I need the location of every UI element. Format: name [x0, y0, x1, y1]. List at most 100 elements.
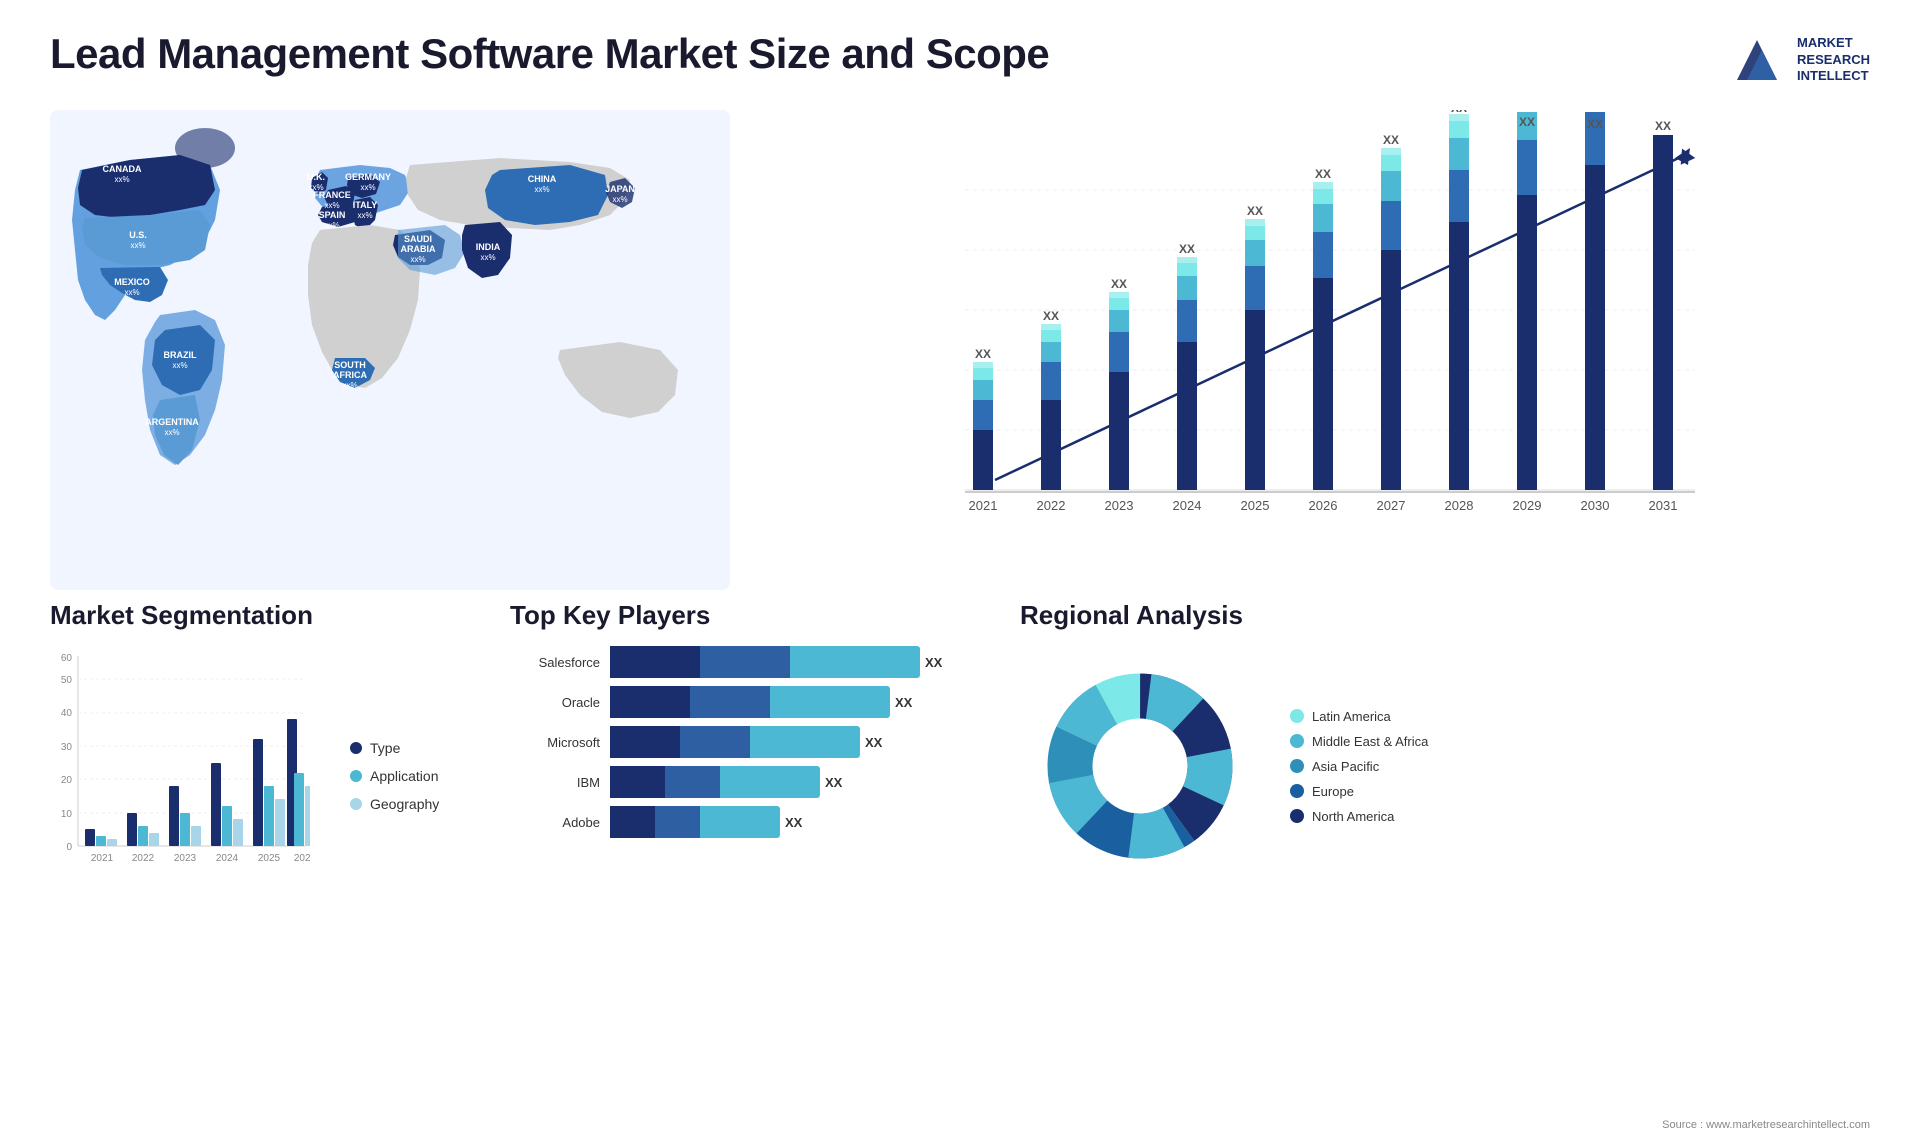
page-title: Lead Management Software Market Size and…	[50, 30, 1049, 78]
country-label-mexico: MEXICO	[114, 277, 150, 287]
legend-mea: Middle East & Africa	[1290, 734, 1428, 749]
segmentation: Market Segmentation 0 10 20 30 40 50 60	[50, 600, 480, 886]
svg-text:60: 60	[61, 653, 73, 664]
player-name-ibm: IBM	[510, 775, 600, 790]
header: Lead Management Software Market Size and…	[0, 0, 1920, 100]
top-players: Top Key Players Salesforce XX Oracle	[480, 600, 980, 886]
svg-text:2023: 2023	[174, 853, 197, 864]
svg-text:2025: 2025	[1241, 498, 1270, 513]
latin-label: Latin America	[1312, 709, 1391, 724]
player-name-adobe: Adobe	[510, 815, 600, 830]
ibm-value: XX	[825, 775, 842, 790]
svg-text:XX: XX	[1247, 204, 1263, 218]
svg-text:XX: XX	[1043, 309, 1059, 323]
logo: MARKET RESEARCH INTELLECT	[1727, 30, 1870, 90]
country-label-saudi: SAUDI	[404, 234, 432, 244]
svg-text:xx%: xx%	[357, 211, 372, 220]
svg-text:xx%: xx%	[342, 381, 357, 390]
microsoft-value: XX	[865, 735, 882, 750]
legend-europe: Europe	[1290, 784, 1428, 799]
regional-legend: Latin America Middle East & Africa Asia …	[1290, 709, 1428, 824]
salesforce-bar-container: XX	[610, 646, 980, 678]
svg-text:2026: 2026	[294, 853, 310, 864]
segmentation-title: Market Segmentation	[50, 600, 480, 631]
svg-text:xx%: xx%	[410, 255, 425, 264]
svg-text:XX: XX	[1451, 110, 1467, 115]
microsoft-bar-container: XX	[610, 726, 980, 758]
legend-type: Type	[350, 740, 439, 756]
player-microsoft: Microsoft XX	[510, 726, 980, 758]
svg-text:xx%: xx%	[130, 241, 145, 250]
country-label-germany: GERMANY	[345, 172, 391, 182]
legend-application: Application	[350, 768, 439, 784]
latin-dot	[1290, 709, 1304, 723]
svg-text:XX: XX	[1383, 133, 1399, 147]
europe-dot	[1290, 784, 1304, 798]
ibm-bar-container: XX	[610, 766, 980, 798]
country-label-brazil: BRAZIL	[164, 350, 197, 360]
type-label: Type	[370, 740, 400, 756]
svg-text:2030: 2030	[1581, 498, 1610, 513]
legend-apac: Asia Pacific	[1290, 759, 1428, 774]
svg-text:xx%: xx%	[114, 175, 129, 184]
player-adobe: Adobe XX	[510, 806, 980, 838]
svg-text:2021: 2021	[969, 498, 998, 513]
svg-text:30: 30	[61, 742, 73, 753]
svg-text:xx%: xx%	[480, 253, 495, 262]
svg-text:2025: 2025	[258, 853, 281, 864]
svg-text:2029: 2029	[1513, 498, 1542, 513]
world-map: CANADA xx% U.S. xx% MEXICO xx% BRAZIL xx…	[50, 110, 730, 580]
svg-text:xx%: xx%	[534, 185, 549, 194]
adobe-bar-container: XX	[610, 806, 980, 838]
svg-text:XX: XX	[975, 347, 991, 361]
svg-text:AFRICA: AFRICA	[333, 370, 367, 380]
country-label-china: CHINA	[528, 174, 557, 184]
svg-text:xx%: xx%	[360, 183, 375, 192]
bottom-section: Market Segmentation 0 10 20 30 40 50 60	[0, 580, 1920, 896]
europe-label: Europe	[1312, 784, 1354, 799]
svg-text:xx%: xx%	[124, 288, 139, 297]
svg-text:2026: 2026	[1309, 498, 1338, 513]
player-oracle: Oracle XX	[510, 686, 980, 718]
bar-chart: XX XX XX XX	[760, 110, 1870, 580]
legend-north-america: North America	[1290, 809, 1428, 824]
main-content: CANADA xx% U.S. xx% MEXICO xx% BRAZIL xx…	[0, 100, 1920, 580]
oracle-value: XX	[895, 695, 912, 710]
country-label-japan: JAPAN	[605, 184, 635, 194]
mea-dot	[1290, 734, 1304, 748]
svg-text:2024: 2024	[216, 853, 239, 864]
svg-text:XX: XX	[1655, 119, 1671, 133]
svg-text:2031: 2031	[1649, 498, 1678, 513]
svg-text:0: 0	[66, 842, 72, 853]
country-label-spain: SPAIN	[319, 210, 346, 220]
country-label-italy: ITALY	[353, 200, 378, 210]
svg-text:2021: 2021	[91, 853, 114, 864]
na-label: North America	[1312, 809, 1394, 824]
player-ibm: IBM XX	[510, 766, 980, 798]
country-label-argentina: ARGENTINA	[145, 417, 199, 427]
world-map-svg: CANADA xx% U.S. xx% MEXICO xx% BRAZIL xx…	[50, 110, 730, 590]
apac-label: Asia Pacific	[1312, 759, 1379, 774]
source-text: Source : www.marketresearchintellect.com	[1662, 1119, 1870, 1131]
svg-text:40: 40	[61, 708, 73, 719]
donut-chart	[1020, 646, 1260, 886]
player-name-microsoft: Microsoft	[510, 735, 600, 750]
country-label-southafrica: SOUTH	[334, 360, 366, 370]
player-name-salesforce: Salesforce	[510, 655, 600, 670]
svg-text:2027: 2027	[1377, 498, 1406, 513]
donut-chart-area: Latin America Middle East & Africa Asia …	[1020, 646, 1870, 886]
svg-text:20: 20	[61, 775, 73, 786]
country-label-france: FRANCE	[313, 190, 351, 200]
svg-text:2022: 2022	[132, 853, 155, 864]
svg-text:2022: 2022	[1037, 498, 1066, 513]
players-title: Top Key Players	[510, 600, 980, 631]
svg-text:XX: XX	[1315, 167, 1331, 181]
svg-text:XX: XX	[1179, 242, 1195, 256]
segmentation-chart: 0 10 20 30 40 50 60	[50, 646, 310, 876]
logo-text: MARKET RESEARCH INTELLECT	[1797, 35, 1870, 86]
country-label-canada: CANADA	[103, 164, 142, 174]
svg-text:2023: 2023	[1105, 498, 1134, 513]
geography-dot	[350, 798, 362, 810]
svg-text:50: 50	[61, 675, 73, 686]
svg-text:10: 10	[61, 809, 73, 820]
